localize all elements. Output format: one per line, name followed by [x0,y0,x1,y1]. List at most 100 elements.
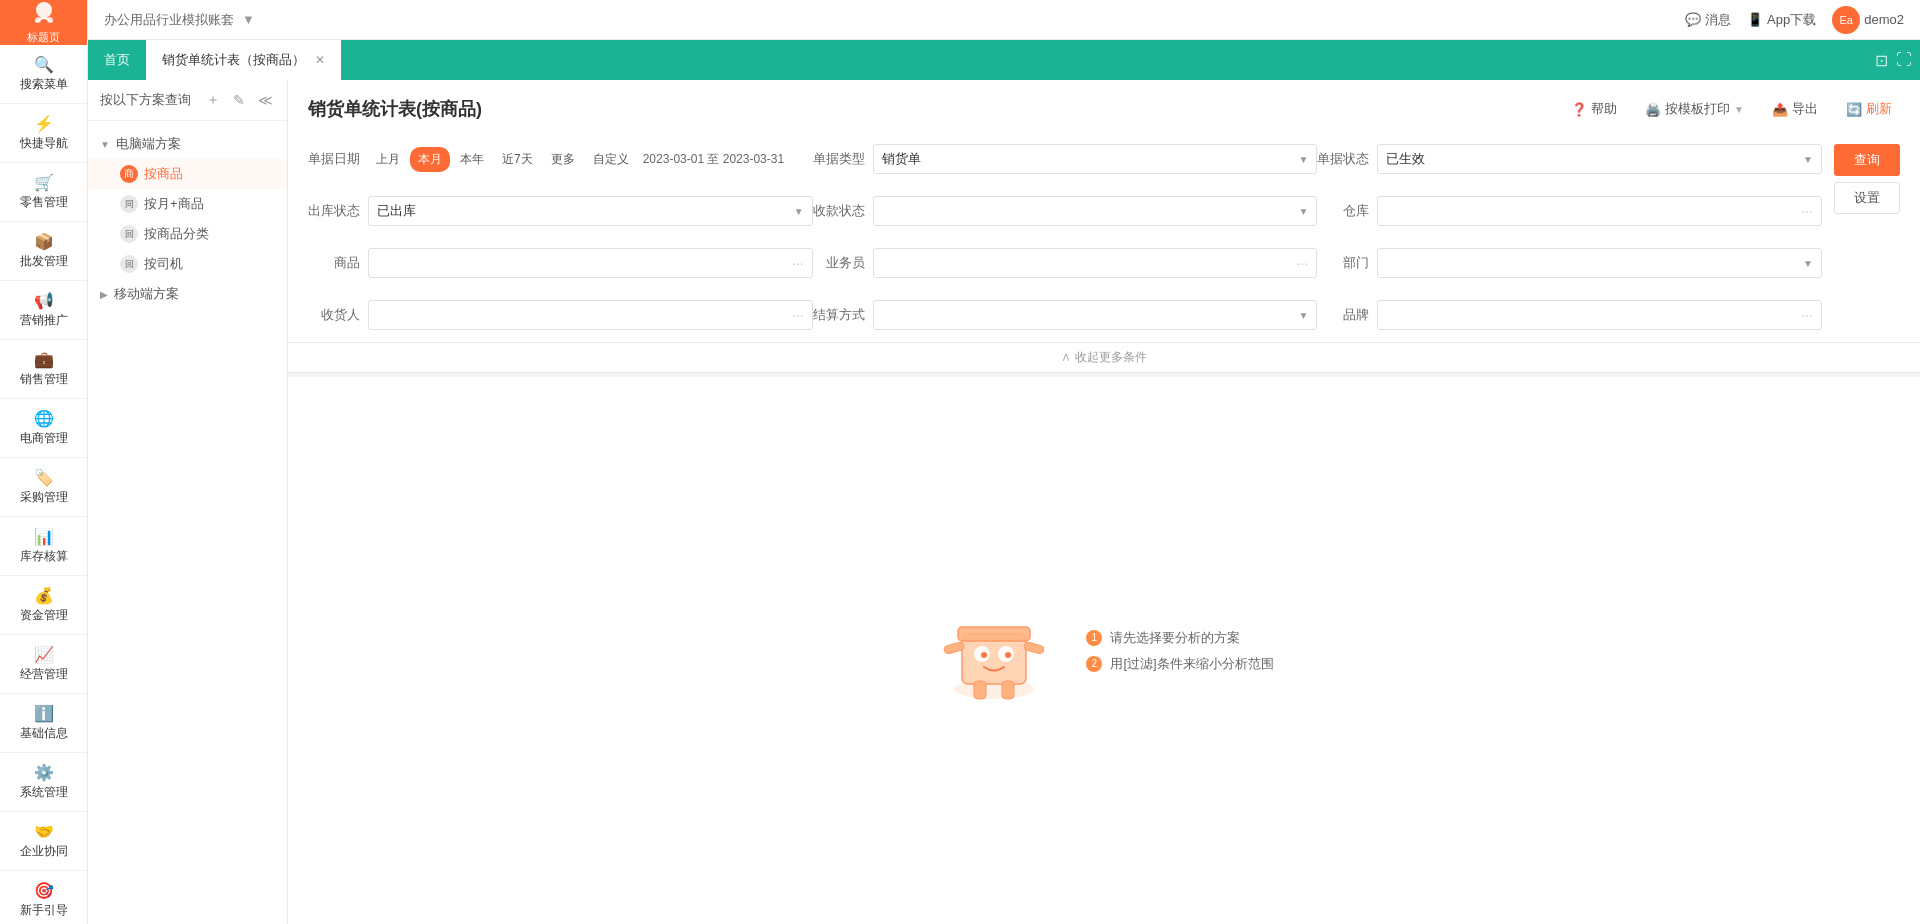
add-scheme-button[interactable]: ＋ [203,90,223,110]
tab-home[interactable]: 首页 [88,40,146,80]
sidebar-item-purchase[interactable]: 🏷️ 采购管理 [0,458,87,517]
filter-doc-type-input[interactable]: 销货单 ▼ [873,144,1318,174]
sidebar-item-inventory[interactable]: 📊 库存核算 [0,517,87,576]
sidebar-item-wholesale-label: 批发管理 [4,253,83,270]
sidebar-item-enterprise[interactable]: 🤝 企业协同 [0,812,87,871]
filter-doc-type-label: 单据类型 [813,150,873,168]
sidebar-item-retail-label: 零售管理 [4,194,83,211]
edit-scheme-button[interactable]: ✎ [229,90,249,110]
query-button[interactable]: 查询 [1834,144,1900,176]
sidebar-item-ecommerce[interactable]: 🌐 电商管理 [0,399,87,458]
sidebar-item-retail[interactable]: 🛒 零售管理 [0,163,87,222]
print-button[interactable]: 🖨️ 按模板打印 ▼ [1637,96,1752,122]
filter-doc-type: 单据类型 销货单 ▼ [813,144,1318,174]
date-btn-prev-month[interactable]: 上月 [368,147,408,172]
sidebar-item-ecommerce-label: 电商管理 [4,430,83,447]
tab-bar: 首页 销货单统计表（按商品） ✕ ⊡ ⛶ [88,40,1920,80]
date-btn-7days[interactable]: 近7天 [494,147,541,172]
sidebar-item-marketing[interactable]: 📢 营销推广 [0,281,87,340]
tab-bar-actions: ⊡ ⛶ [1875,40,1920,80]
filter-date-label: 单据日期 [308,150,368,168]
tree-child-by-product[interactable]: 商 按商品 [88,159,287,189]
tab-minimize-icon[interactable]: ⊡ [1875,51,1888,70]
sidebar-item-newbie-label: 新手引导 [4,902,83,919]
tab-close-icon[interactable]: ✕ [315,53,325,67]
settings-button[interactable]: 设置 [1834,182,1900,214]
date-btn-more[interactable]: 更多 [543,147,583,172]
filter-out-status-label: 出库状态 [308,202,368,220]
tree-parent-mobile-label: 移动端方案 [114,285,179,303]
filter-pay-status-input[interactable]: ▼ [873,196,1318,226]
left-panel: 按以下方案查询 ＋ ✎ ≪ ▼ 电脑端方案 商 按商品 同 [88,80,288,924]
workspace-name: 办公用品行业模拟账套 [104,11,234,29]
print-dropdown-icon: ▼ [1734,104,1744,115]
filter-date: 单据日期 上月 本月 本年 近7天 更多 自定义 2023-03-01 至 20… [308,147,813,172]
tree-child-by-driver[interactable]: 回 按司机 [88,249,287,279]
filter-recipient-input[interactable]: ··· [368,300,813,330]
svg-point-11 [1005,652,1011,658]
svg-rect-15 [1002,681,1014,699]
message-button[interactable]: 💬 消息 [1685,11,1731,29]
sidebar-item-operations[interactable]: 📈 经营管理 [0,635,87,694]
tab-report[interactable]: 销货单统计表（按商品） ✕ [146,40,341,80]
tree-icon-by-category: 回 [120,225,138,243]
filter-warehouse-input[interactable]: ··· [1377,196,1822,226]
sidebar-item-quicknav[interactable]: ⚡ 快捷导航 [0,104,87,163]
filter-doc-status-input[interactable]: 已生效 ▼ [1377,144,1822,174]
header-actions: 💬 消息 📱 App下载 Ea demo2 [1685,6,1904,34]
sidebar-item-finance-label: 资金管理 [4,607,83,624]
date-btn-this-year[interactable]: 本年 [452,147,492,172]
filter-staff-input[interactable]: ··· [873,248,1318,278]
help-button[interactable]: ❓ 帮助 [1563,96,1625,122]
tree-parent-desktop[interactable]: ▼ 电脑端方案 [88,129,287,159]
filter-staff: 业务员 ··· [813,248,1318,278]
collapse-label: 收起更多条件 [1075,350,1147,364]
filter-staff-label: 业务员 [813,254,873,272]
staff-dots-icon: ··· [1297,255,1309,271]
tree-child-by-product-label: 按商品 [144,165,183,183]
dept-dropdown-icon: ▼ [1803,258,1813,269]
sidebar-item-newbie[interactable]: 🎯 新手引导 [0,871,87,924]
collapse-icon: ∧ [1061,350,1071,364]
empty-state: 1 请先选择要分析的方案 2 用[过滤]条件来缩小分析范围 [288,377,1920,924]
sidebar-item-sales[interactable]: 💼 销售管理 [0,340,87,399]
sidebar-item-basic[interactable]: ℹ️ 基础信息 [0,694,87,753]
tab-expand-icon[interactable]: ⛶ [1896,51,1912,69]
filter-product-input[interactable]: ··· [368,248,813,278]
svg-point-1 [35,17,41,23]
filter-row-3: 商品 ··· 业务员 ··· [308,248,1822,278]
empty-illustration [934,589,1054,712]
date-btn-custom[interactable]: 自定义 [585,147,637,172]
sidebar-item-wholesale[interactable]: 📦 批发管理 [0,222,87,281]
page-title-bar: 销货单统计表(按商品) ❓ 帮助 🖨️ 按模板打印 ▼ 📤 导出 [288,80,1920,132]
app-download-button[interactable]: 📱 App下载 [1747,11,1816,29]
filter-settlement-input[interactable]: ▼ [873,300,1318,330]
user-menu[interactable]: Ea demo2 [1832,6,1904,34]
logo-text: 标题页 [27,30,60,45]
refresh-button[interactable]: 🔄 刷新 [1838,96,1900,122]
tree-parent-mobile[interactable]: ▶ 移动端方案 [88,279,287,309]
hint-1-text: 请先选择要分析的方案 [1110,629,1240,647]
filter-row-4: 收货人 ··· 结算方式 ▼ [308,300,1822,330]
sidebar-item-search[interactable]: 🔍 搜索菜单 [0,45,87,104]
svg-point-0 [36,2,52,18]
workspace-dropdown-icon[interactable]: ▼ [242,12,255,27]
tree-child-by-month-product[interactable]: 同 按月+商品 [88,189,287,219]
sidebar-item-inventory-label: 库存核算 [4,548,83,565]
logo[interactable]: 标题页 [0,0,88,45]
filter-brand-input[interactable]: ··· [1377,300,1822,330]
sidebar-item-finance[interactable]: 💰 资金管理 [0,576,87,635]
export-button[interactable]: 📤 导出 [1764,96,1826,122]
filter-out-status-input[interactable]: 已出库 ▼ [368,196,813,226]
filter-dept-input[interactable]: ▼ [1377,248,1822,278]
tree-child-by-category[interactable]: 回 按商品分类 [88,219,287,249]
filter-row-2: 出库状态 已出库 ▼ 收款状态 ▼ [308,196,1822,226]
sidebar-item-system[interactable]: ⚙️ 系统管理 [0,753,87,812]
tree-parent-desktop-label: 电脑端方案 [116,135,181,153]
tab-home-label: 首页 [104,51,130,69]
doc-status-dropdown-icon: ▼ [1803,154,1813,165]
collapse-bar[interactable]: ∧ 收起更多条件 [288,343,1920,373]
date-btn-this-month[interactable]: 本月 [410,147,450,172]
filter-row-1: 单据日期 上月 本月 本年 近7天 更多 自定义 2023-03-01 至 20… [308,144,1822,174]
collapse-panel-button[interactable]: ≪ [255,90,275,110]
